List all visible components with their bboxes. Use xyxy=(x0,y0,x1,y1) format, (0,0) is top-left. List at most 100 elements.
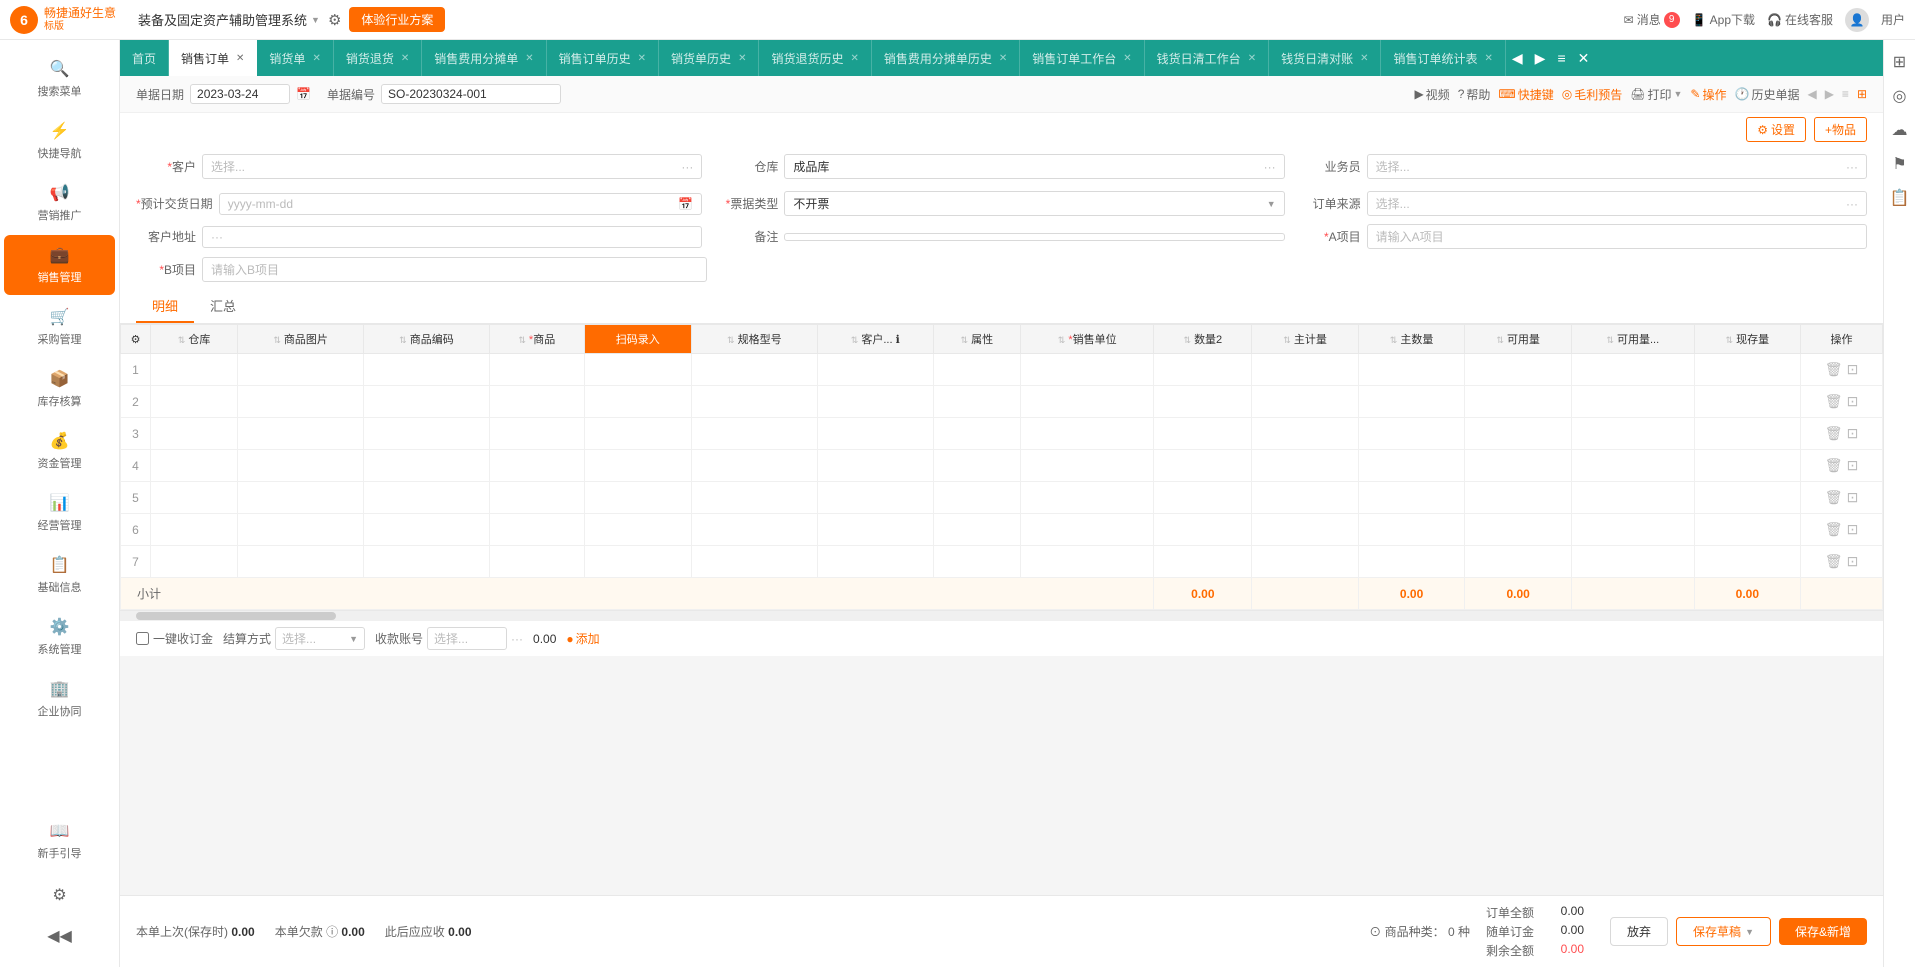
tab-expense-history-close[interactable]: ✕ xyxy=(999,53,1007,64)
row2-copy-icon[interactable]: ⊡ xyxy=(1847,393,1859,410)
scrollbar-thumb[interactable] xyxy=(136,612,336,620)
row6-available[interactable] xyxy=(1465,514,1572,546)
row4-warehouse[interactable] xyxy=(151,450,238,482)
col-available2[interactable]: ⇅ 可用量... xyxy=(1571,325,1694,354)
row5-main-unit[interactable] xyxy=(1252,482,1359,514)
row2-unit[interactable] xyxy=(1020,386,1153,418)
tab-daily-workbench-close[interactable]: ✕ xyxy=(1248,53,1256,64)
row4-customer-code[interactable] xyxy=(817,450,933,482)
ticket-select[interactable]: 不开票 ▼ xyxy=(784,191,1284,216)
sidebar-item-quick-nav[interactable]: ⚡ 快捷导航 xyxy=(4,111,115,171)
address-input[interactable]: ··· xyxy=(202,226,702,248)
user-avatar[interactable]: 👤 xyxy=(1845,8,1869,32)
row7-copy-icon[interactable]: ⊡ xyxy=(1847,553,1859,570)
row3-attribute[interactable] xyxy=(933,418,1020,450)
row4-delete-icon[interactable]: 🗑 xyxy=(1825,457,1843,474)
row2-code[interactable] xyxy=(364,386,490,418)
grid-view-btn[interactable]: ⊞ xyxy=(1857,87,1867,101)
sidebar-item-inventory[interactable]: 📦 库存核算 xyxy=(4,359,115,419)
warehouse-input[interactable]: 成品库 ··· xyxy=(784,154,1284,179)
right-icon-4[interactable]: ⚑ xyxy=(1886,150,1914,178)
row3-customer-code[interactable] xyxy=(817,418,933,450)
row7-product[interactable] xyxy=(489,546,584,578)
row6-qty2[interactable] xyxy=(1154,514,1252,546)
print-btn[interactable]: 🖨 打印 ▼ xyxy=(1630,86,1682,103)
row2-product[interactable] xyxy=(489,386,584,418)
tab-sales-goods[interactable]: 销货单 ✕ xyxy=(257,40,333,76)
industry-btn[interactable]: 体验行业方案 xyxy=(349,7,445,32)
row2-main-unit[interactable] xyxy=(1252,386,1359,418)
row1-image[interactable] xyxy=(238,354,364,386)
row1-unit[interactable] xyxy=(1020,354,1153,386)
online-service-btn[interactable]: 🎧 在线客服 xyxy=(1767,11,1833,28)
col-customer-code[interactable]: ⇅ 客户... ℹ xyxy=(817,325,933,354)
row4-code[interactable] xyxy=(364,450,490,482)
tab-return-history-close[interactable]: ✕ xyxy=(850,53,858,64)
row1-available2[interactable] xyxy=(1571,354,1694,386)
row3-copy-icon[interactable]: ⊡ xyxy=(1847,425,1859,442)
col-main-qty[interactable]: ⇅ 主数量 xyxy=(1358,325,1465,354)
col-unit[interactable]: ⇅ *销售单位 xyxy=(1020,325,1153,354)
row6-main-unit[interactable] xyxy=(1252,514,1359,546)
tab-sales-goods-close[interactable]: ✕ xyxy=(312,53,320,64)
row2-delete-icon[interactable]: 🗑 xyxy=(1825,393,1843,410)
sidebar-item-collapse[interactable]: ◀◀ xyxy=(4,916,115,956)
settings-btn[interactable]: ⚙ 设置 xyxy=(1746,117,1806,142)
col-qty2[interactable]: ⇅ 数量2 xyxy=(1154,325,1252,354)
row5-available2[interactable] xyxy=(1571,482,1694,514)
tab-stats-close[interactable]: ✕ xyxy=(1485,53,1493,64)
tab-return-close[interactable]: ✕ xyxy=(401,53,409,64)
horizontal-scrollbar[interactable] xyxy=(120,610,1883,620)
row3-main-qty[interactable] xyxy=(1358,418,1465,450)
sidebar-item-marketing[interactable]: 📢 营销推广 xyxy=(4,173,115,233)
row4-available2[interactable] xyxy=(1571,450,1694,482)
row2-attribute[interactable] xyxy=(933,386,1020,418)
row7-main-qty[interactable] xyxy=(1358,546,1465,578)
right-icon-1[interactable]: ⊞ xyxy=(1886,48,1914,76)
row3-available2[interactable] xyxy=(1571,418,1694,450)
row1-delete-icon[interactable]: 🗑 xyxy=(1825,361,1843,378)
remark-input[interactable] xyxy=(784,233,1284,241)
col-available[interactable]: ⇅ 可用量 xyxy=(1465,325,1572,354)
col-attribute[interactable]: ⇅ 属性 xyxy=(933,325,1020,354)
delivery-calendar-icon[interactable]: 📅 xyxy=(678,197,693,211)
user-name[interactable]: 用户 xyxy=(1881,11,1905,28)
row2-spec[interactable] xyxy=(691,386,817,418)
row3-spec[interactable] xyxy=(691,418,817,450)
sidebar-item-system[interactable]: ⚙️ 系统管理 xyxy=(4,607,115,667)
sidebar-item-settings[interactable]: ⚙ xyxy=(4,875,115,915)
sidebar-item-search[interactable]: 🔍 搜索菜单 xyxy=(4,49,115,109)
row4-available[interactable] xyxy=(1465,450,1572,482)
payment-method-select[interactable]: 选择... ▼ xyxy=(275,627,365,650)
col-warehouse[interactable]: ⇅ 仓库 xyxy=(151,325,238,354)
row1-stock[interactable] xyxy=(1694,354,1801,386)
system-title[interactable]: 装备及固定资产辅助管理系统 ▼ xyxy=(138,10,320,29)
row4-main-qty[interactable] xyxy=(1358,450,1465,482)
row7-stock[interactable] xyxy=(1694,546,1801,578)
row1-available[interactable] xyxy=(1465,354,1572,386)
row6-warehouse[interactable] xyxy=(151,514,238,546)
row5-spec[interactable] xyxy=(691,482,817,514)
customer-input[interactable]: 选择... ··· xyxy=(202,154,702,179)
row3-unit[interactable] xyxy=(1020,418,1153,450)
discard-btn[interactable]: 放弃 xyxy=(1610,917,1668,946)
row5-image[interactable] xyxy=(238,482,364,514)
row6-delete-icon[interactable]: 🗑 xyxy=(1825,521,1843,538)
row3-scan[interactable] xyxy=(584,418,691,450)
row7-attribute[interactable] xyxy=(933,546,1020,578)
tab-expense-close[interactable]: ✕ xyxy=(525,53,533,64)
tab-order-workbench[interactable]: 销售订单工作台 ✕ xyxy=(1020,40,1144,76)
row3-stock[interactable] xyxy=(1694,418,1801,450)
next-record-btn[interactable]: ▶ xyxy=(1825,87,1834,101)
row4-scan[interactable] xyxy=(584,450,691,482)
row1-product[interactable] xyxy=(489,354,584,386)
row1-main-unit[interactable] xyxy=(1252,354,1359,386)
row1-qty2[interactable] xyxy=(1154,354,1252,386)
row4-product[interactable] xyxy=(489,450,584,482)
tab-expense[interactable]: 销售费用分摊单 ✕ xyxy=(422,40,546,76)
row4-spec[interactable] xyxy=(691,450,817,482)
row6-attribute[interactable] xyxy=(933,514,1020,546)
tab-order-history-close[interactable]: ✕ xyxy=(638,53,646,64)
row7-unit[interactable] xyxy=(1020,546,1153,578)
row7-available[interactable] xyxy=(1465,546,1572,578)
